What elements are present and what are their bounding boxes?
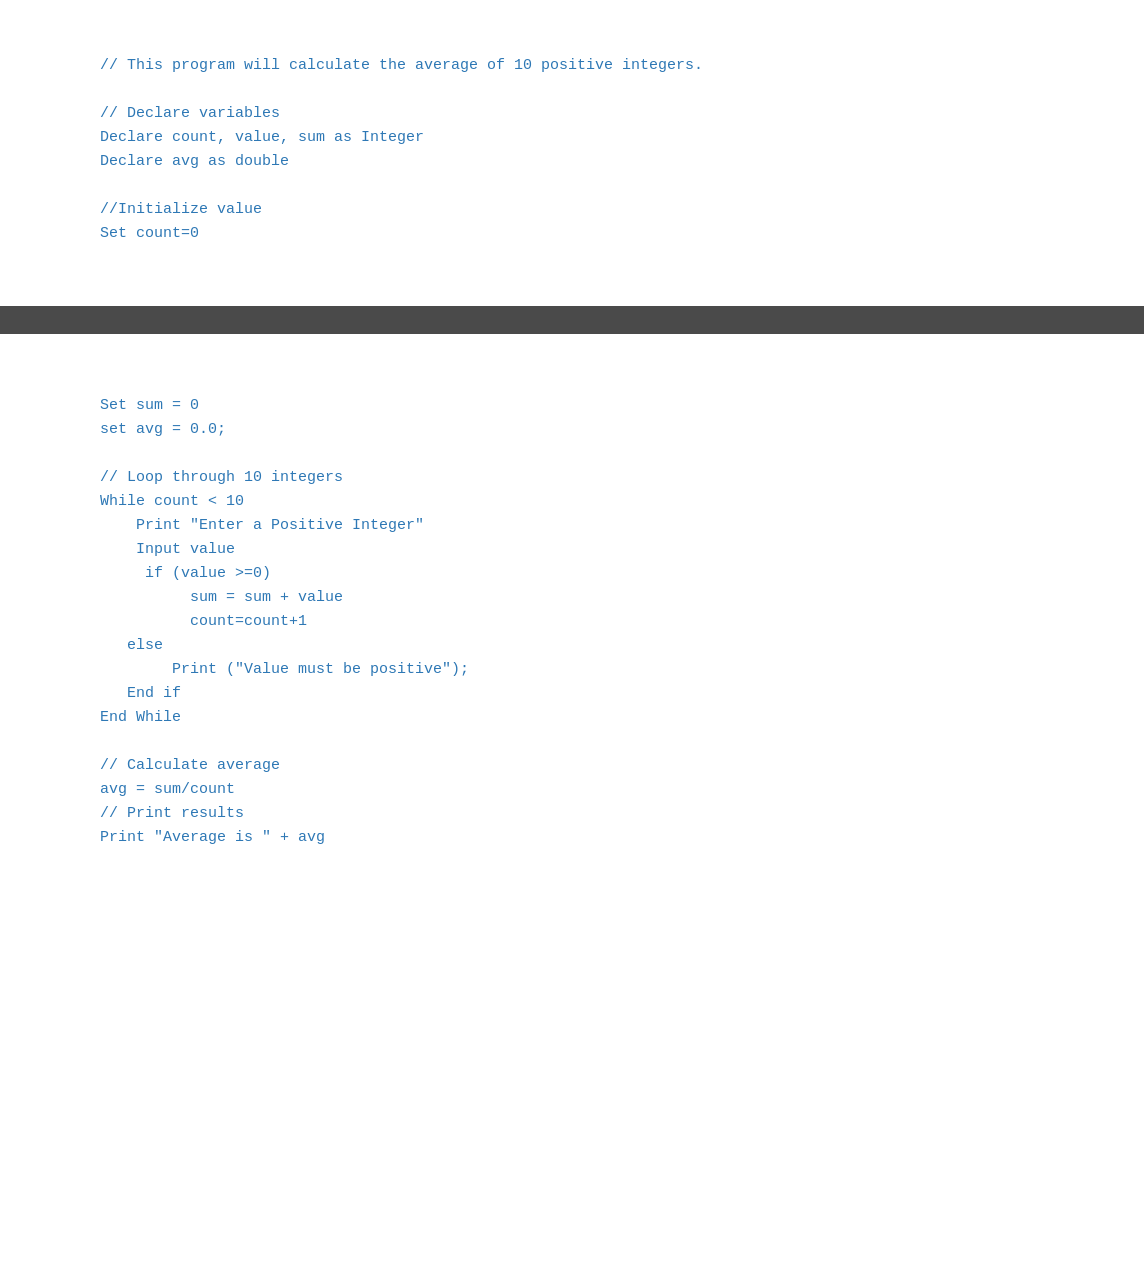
- code-line: // Declare variables: [100, 102, 1044, 126]
- code-line: Print "Enter a Positive Integer": [100, 514, 1044, 538]
- code-line: set avg = 0.0;: [100, 418, 1044, 442]
- code-line: End While: [100, 706, 1044, 730]
- code-line: Print "Average is " + avg: [100, 826, 1044, 850]
- code-line: sum = sum + value: [100, 586, 1044, 610]
- code-line: //Initialize value: [100, 198, 1044, 222]
- top-section: // This program will calculate the avera…: [0, 0, 1144, 306]
- bottom-code-block: Set sum = 0set avg = 0.0; // Loop throug…: [100, 394, 1044, 850]
- code-line: Print ("Value must be positive");: [100, 658, 1044, 682]
- code-line: // Loop through 10 integers: [100, 466, 1044, 490]
- code-line: [100, 442, 1044, 466]
- bottom-section: Set sum = 0set avg = 0.0; // Loop throug…: [0, 334, 1144, 890]
- code-line: [100, 78, 1044, 102]
- code-line: End if: [100, 682, 1044, 706]
- code-line: // This program will calculate the avera…: [100, 54, 1044, 78]
- code-line: While count < 10: [100, 490, 1044, 514]
- divider-bar: [0, 306, 1144, 334]
- code-line: [100, 730, 1044, 754]
- code-line: Declare avg as double: [100, 150, 1044, 174]
- code-line: Set sum = 0: [100, 394, 1044, 418]
- code-line: count=count+1: [100, 610, 1044, 634]
- code-line: Declare count, value, sum as Integer: [100, 126, 1044, 150]
- code-line: [100, 174, 1044, 198]
- code-line: // Print results: [100, 802, 1044, 826]
- code-line: Input value: [100, 538, 1044, 562]
- code-line: // Calculate average: [100, 754, 1044, 778]
- code-line: if (value >=0): [100, 562, 1044, 586]
- code-line: else: [100, 634, 1044, 658]
- code-line: Set count=0: [100, 222, 1044, 246]
- code-line: avg = sum/count: [100, 778, 1044, 802]
- top-code-block: // This program will calculate the avera…: [100, 54, 1044, 246]
